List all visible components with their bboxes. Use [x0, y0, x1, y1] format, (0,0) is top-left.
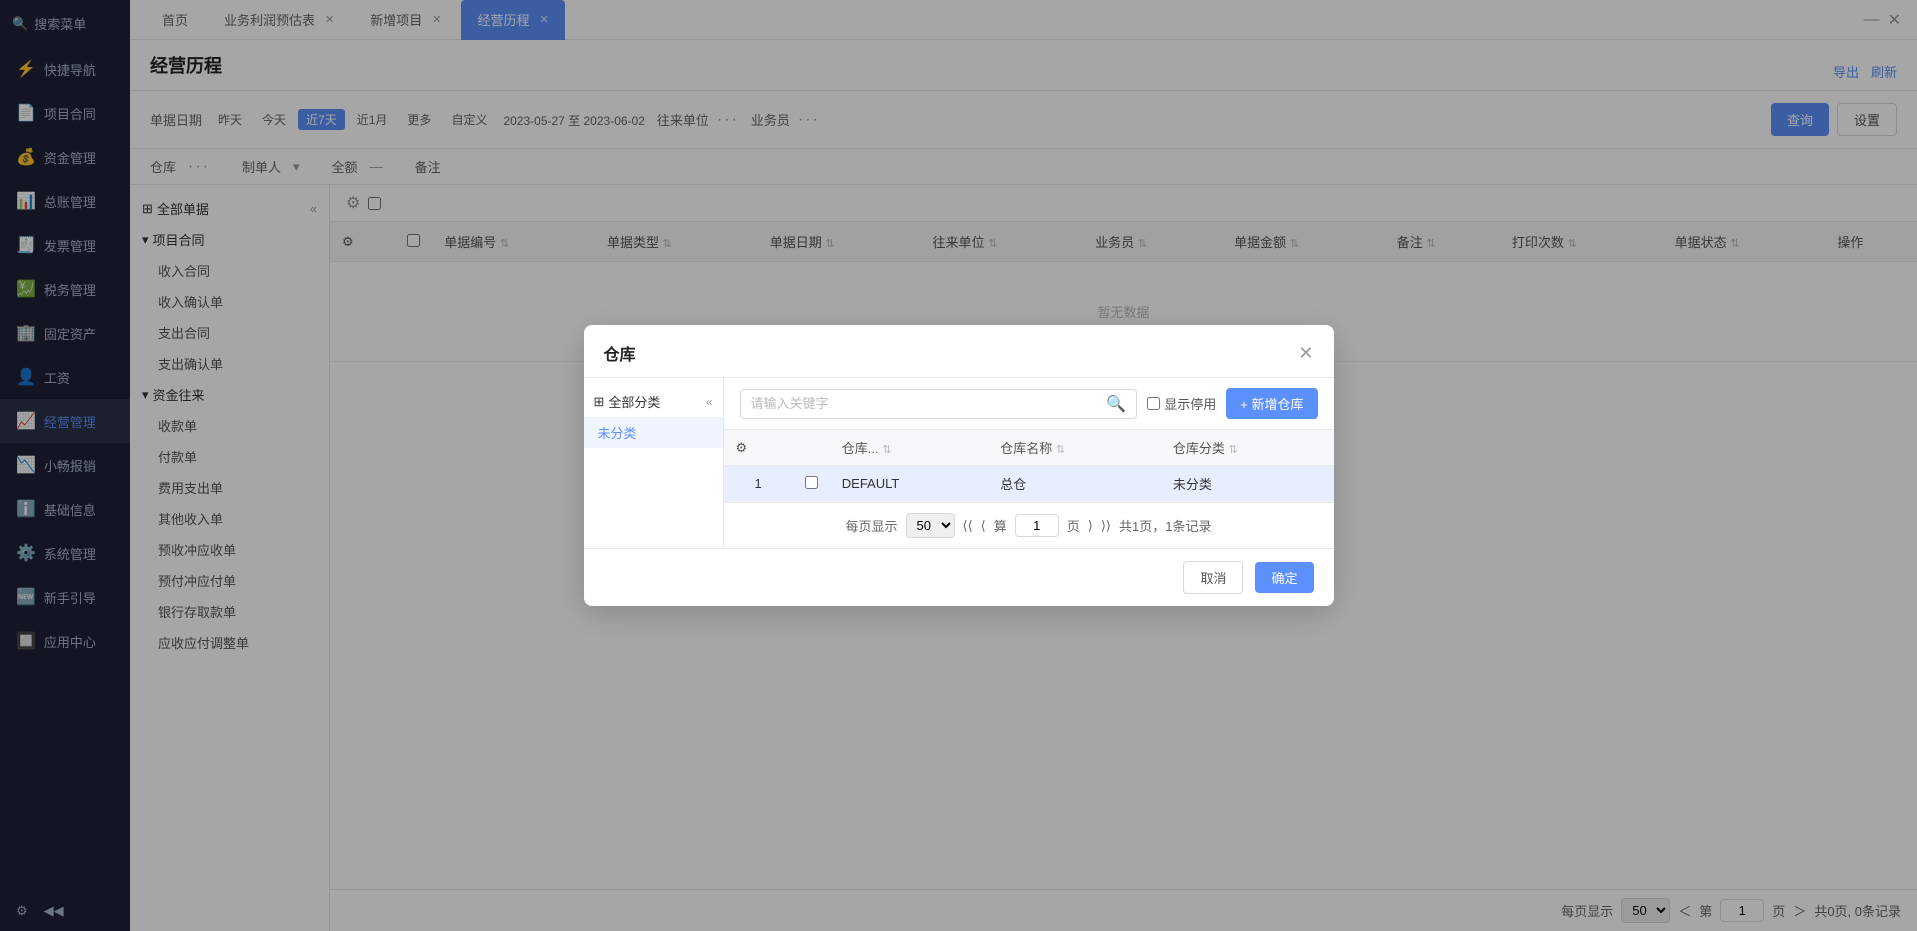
row-checkbox-cell[interactable]	[793, 466, 830, 502]
modal-th-name[interactable]: 仓库名称 ⇅	[988, 430, 1161, 466]
modal-collapse-icon[interactable]: «	[706, 395, 713, 409]
confirm-button[interactable]: 确定	[1255, 562, 1313, 593]
modal-first-page-icon[interactable]: ⟨⟨	[963, 518, 973, 534]
modal-category-header[interactable]: ⊞ 全部分类 «	[584, 386, 723, 417]
warehouse-table: ⚙ 仓库... ⇅ 仓库名称 ⇅ 仓库分类 ⇅ 1	[724, 430, 1334, 502]
modal-overlay: 仓库 ✕ ⊞ 全部分类 « 未分类	[0, 0, 1917, 931]
modal-header: 仓库 ✕	[584, 325, 1334, 378]
modal-page-label: 算	[994, 516, 1007, 535]
row-category: 未分类	[1161, 466, 1334, 502]
modal-th-checkbox[interactable]	[793, 430, 830, 466]
modal-table: ⚙ 仓库... ⇅ 仓库名称 ⇅ 仓库分类 ⇅ 1	[724, 430, 1334, 502]
row-num: 1	[724, 466, 793, 502]
modal-page-suffix: 页	[1067, 516, 1080, 535]
modal-th-gear[interactable]: ⚙	[724, 430, 793, 466]
modal-search-input[interactable]	[751, 396, 1101, 411]
row-name: 总仓	[988, 466, 1161, 502]
cancel-button[interactable]: 取消	[1183, 561, 1243, 594]
show-disabled-checkbox[interactable]	[1147, 397, 1160, 410]
modal-per-page-label: 每页显示	[846, 516, 898, 535]
modal-per-page-select[interactable]: 50	[906, 513, 955, 538]
modal-footer-actions: 取消 确定	[584, 548, 1334, 606]
row-code: DEFAULT	[830, 466, 988, 502]
all-category-label: ⊞ 全部分类	[594, 392, 661, 411]
modal-total-label: 共1页，1条记录	[1119, 516, 1211, 535]
warehouse-modal: 仓库 ✕ ⊞ 全部分类 « 未分类	[584, 325, 1334, 606]
modal-body: ⊞ 全部分类 « 未分类 🔍 显示停用	[584, 378, 1334, 548]
modal-search-box[interactable]: 🔍	[740, 389, 1138, 419]
modal-category-panel: ⊞ 全部分类 « 未分类	[584, 378, 724, 548]
modal-pagination: 每页显示 50 ⟨⟨ ⟨ 算 页 ⟩ ⟩⟩ 共1页，1条记录	[724, 502, 1334, 548]
modal-last-page-icon[interactable]: ⟩⟩	[1101, 518, 1111, 534]
modal-th-category[interactable]: 仓库分类 ⇅	[1161, 430, 1334, 466]
modal-close-icon[interactable]: ✕	[1298, 343, 1313, 364]
modal-toolbar: 🔍 显示停用 + 新增仓库	[724, 378, 1334, 430]
row-checkbox[interactable]	[805, 476, 818, 489]
warehouse-row[interactable]: 1 DEFAULT 总仓 未分类	[724, 466, 1334, 502]
modal-next-page-icon[interactable]: ⟩	[1088, 518, 1093, 534]
modal-prev-page-icon[interactable]: ⟨	[981, 518, 986, 534]
add-warehouse-button[interactable]: + 新增仓库	[1226, 388, 1317, 419]
modal-title: 仓库	[604, 341, 636, 365]
grid-icon2: ⊞	[594, 394, 605, 410]
modal-th-code[interactable]: 仓库... ⇅	[830, 430, 988, 466]
modal-right-panel: 🔍 显示停用 + 新增仓库 ⚙	[724, 378, 1334, 548]
modal-page-input[interactable]	[1015, 514, 1059, 537]
modal-search-icon: 🔍	[1106, 394, 1126, 414]
show-disabled-label[interactable]: 显示停用	[1147, 394, 1216, 413]
modal-category-unclassified[interactable]: 未分类	[584, 417, 723, 448]
